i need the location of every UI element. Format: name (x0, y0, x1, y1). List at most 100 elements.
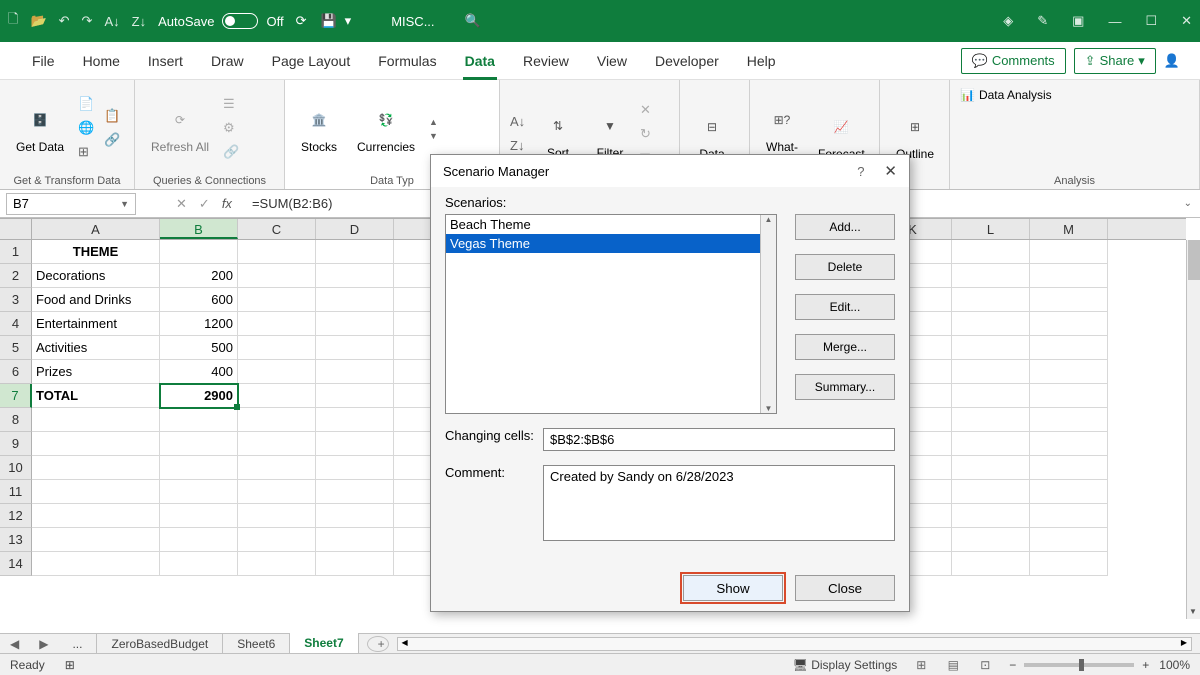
col-header[interactable]: A (32, 219, 160, 239)
add-scenario-button[interactable]: Add... (795, 214, 895, 240)
show-button[interactable]: Show (683, 575, 783, 601)
cell[interactable]: 400 (160, 360, 238, 384)
cell[interactable] (160, 432, 238, 456)
tab-data[interactable]: Data (451, 42, 509, 80)
cell[interactable] (238, 240, 316, 264)
enter-formula-icon[interactable]: ✓ (199, 196, 210, 212)
tab-view[interactable]: View (583, 42, 641, 80)
scroll-down-icon[interactable]: ▼ (429, 131, 438, 141)
cell[interactable] (160, 456, 238, 480)
cell[interactable] (238, 480, 316, 504)
cell[interactable] (1030, 264, 1108, 288)
cell[interactable] (952, 408, 1030, 432)
queries-icon[interactable]: ☰ (223, 96, 241, 114)
cell[interactable] (316, 480, 394, 504)
row-header[interactable]: 3 (0, 288, 32, 312)
cell[interactable] (952, 288, 1030, 312)
cell[interactable] (32, 456, 160, 480)
cell[interactable] (238, 432, 316, 456)
from-web-icon[interactable]: 🌐 (78, 120, 96, 138)
cell[interactable] (952, 528, 1030, 552)
col-header[interactable]: L (952, 219, 1030, 239)
scenario-item[interactable]: Vegas Theme (446, 234, 776, 253)
cell[interactable] (32, 432, 160, 456)
tab-home[interactable]: Home (69, 42, 134, 80)
sheet-nav-right-icon[interactable]: ▶ (29, 637, 58, 651)
row-header[interactable]: 5 (0, 336, 32, 360)
cell[interactable] (160, 480, 238, 504)
tab-file[interactable]: File (18, 42, 69, 80)
scenario-item[interactable]: Beach Theme (446, 215, 776, 234)
sheet-nav-left-icon[interactable]: ◀ (0, 637, 29, 651)
cancel-formula-icon[interactable]: ✕ (176, 196, 187, 212)
row-header[interactable]: 8 (0, 408, 32, 432)
cell[interactable]: Prizes (32, 360, 160, 384)
cell[interactable] (1030, 288, 1108, 312)
cell[interactable] (1030, 384, 1108, 408)
listbox-scrollbar[interactable]: ▲ ▼ (760, 215, 776, 413)
cell[interactable] (952, 432, 1030, 456)
share-button[interactable]: ⇪ Share ▾ (1074, 48, 1156, 74)
get-data-button[interactable]: 🗄️ Get Data (10, 100, 70, 158)
sheet-tab[interactable]: ... (58, 634, 97, 654)
zoom-slider[interactable] (1024, 663, 1134, 667)
cell[interactable] (238, 384, 316, 408)
merge-scenario-button[interactable]: Merge... (795, 334, 895, 360)
tab-draw[interactable]: Draw (197, 42, 258, 80)
name-box[interactable]: B7▼ (6, 193, 136, 215)
cell[interactable] (238, 504, 316, 528)
row-header[interactable]: 1 (0, 240, 32, 264)
from-table-icon[interactable]: ⊞ (78, 144, 96, 162)
select-all-corner[interactable] (0, 219, 32, 239)
scenarios-listbox[interactable]: Beach Theme Vegas Theme ▲ ▼ (445, 214, 777, 414)
cell[interactable] (316, 528, 394, 552)
close-button[interactable]: Close (795, 575, 895, 601)
cell[interactable]: 600 (160, 288, 238, 312)
dialog-titlebar[interactable]: Scenario Manager ? ✕ (431, 155, 909, 187)
stocks-button[interactable]: 🏛️ Stocks (295, 100, 343, 158)
refresh-all-button[interactable]: ⟳ Refresh All (145, 100, 215, 158)
cell[interactable]: THEME (32, 240, 160, 264)
cell[interactable] (316, 384, 394, 408)
account-icon[interactable]: 👤 (1164, 53, 1180, 69)
zoom-out-icon[interactable]: − (1009, 658, 1016, 672)
currencies-button[interactable]: 💱 Currencies (351, 100, 421, 158)
cell[interactable] (1030, 336, 1108, 360)
sync-icon[interactable]: ⟳ (296, 13, 307, 29)
cell[interactable] (1030, 552, 1108, 576)
close-window-icon[interactable]: ✕ (1181, 13, 1192, 29)
cell[interactable] (1030, 312, 1108, 336)
recent-sources-icon[interactable]: 📋 (104, 108, 122, 126)
cell[interactable] (238, 288, 316, 312)
cell[interactable] (316, 360, 394, 384)
tab-review[interactable]: Review (509, 42, 583, 80)
cell[interactable]: 500 (160, 336, 238, 360)
cell[interactable] (952, 360, 1030, 384)
help-icon[interactable]: ? (857, 164, 864, 179)
cell[interactable]: Activities (32, 336, 160, 360)
cell[interactable] (952, 552, 1030, 576)
edit-scenario-button[interactable]: Edit... (795, 294, 895, 320)
cell[interactable] (316, 312, 394, 336)
cell[interactable] (160, 240, 238, 264)
cell[interactable] (952, 480, 1030, 504)
cell[interactable]: 200 (160, 264, 238, 288)
cell[interactable]: 2900 (160, 384, 238, 408)
cell[interactable] (160, 504, 238, 528)
tab-developer[interactable]: Developer (641, 42, 733, 80)
horizontal-scrollbar[interactable]: ◀ ▶ (397, 637, 1192, 651)
vertical-scrollbar[interactable]: ▲ ▼ (1186, 240, 1200, 619)
sort-za-icon[interactable]: Z↓ (510, 138, 528, 156)
diamond-icon[interactable]: ◈ (1003, 13, 1013, 29)
cell[interactable] (952, 504, 1030, 528)
cell[interactable] (952, 456, 1030, 480)
scroll-up-icon[interactable]: ▲ (429, 117, 438, 127)
col-header[interactable]: B (160, 219, 238, 239)
row-header[interactable]: 10 (0, 456, 32, 480)
cell[interactable] (1030, 408, 1108, 432)
cell[interactable] (316, 456, 394, 480)
autosave-control[interactable]: AutoSave Off (158, 13, 283, 29)
cell[interactable] (32, 408, 160, 432)
cell[interactable] (32, 480, 160, 504)
sheet-tab[interactable]: ZeroBasedBudget (97, 634, 223, 654)
